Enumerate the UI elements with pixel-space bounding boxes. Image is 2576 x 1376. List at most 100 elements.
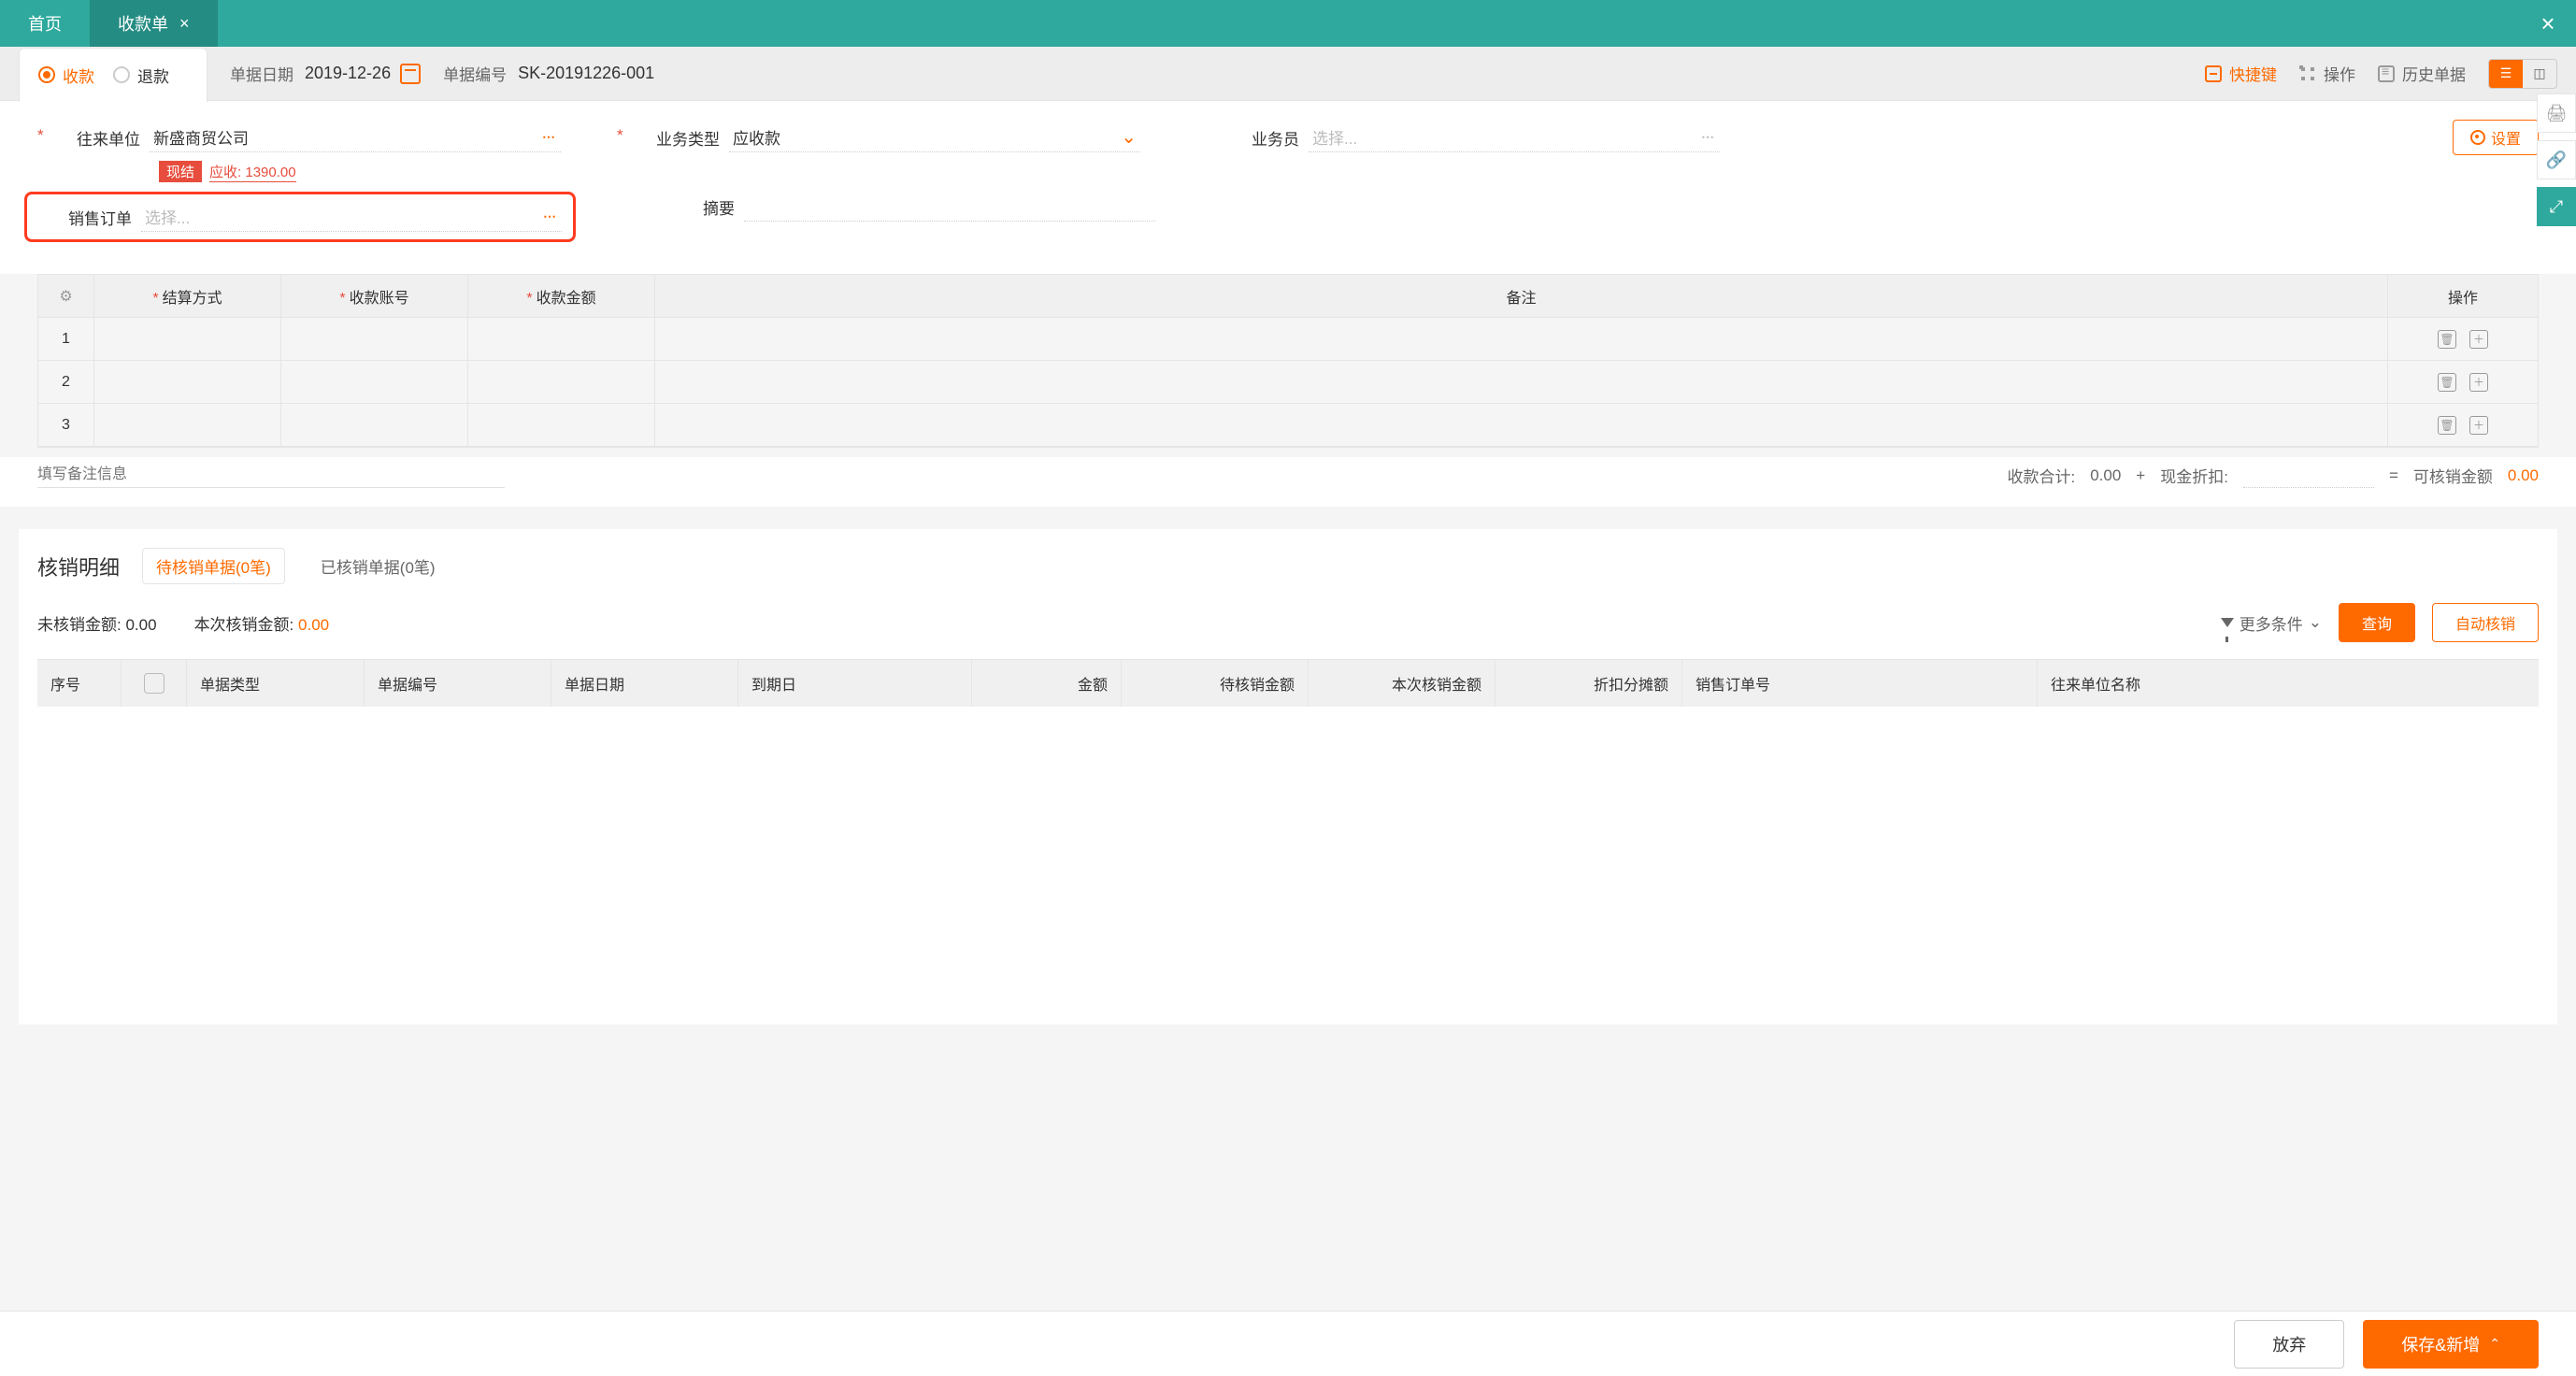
- rail-print-button[interactable]: 🖨: [2537, 93, 2576, 133]
- shortcut-button[interactable]: 快捷键: [2205, 62, 2277, 85]
- doc-date-label: 单据日期: [230, 62, 293, 85]
- checkbox-icon[interactable]: [144, 673, 165, 694]
- unv-label: 未核销金额:: [37, 616, 122, 634]
- tab-receipt-label: 收款单: [118, 11, 168, 36]
- writeoff-value: 0.00: [2508, 466, 2539, 485]
- party-badges: 现结 应收: 1390.00: [159, 161, 2539, 182]
- form-area: 往来单位 新盛商贸公司 ⋯ 业务类型 应收款 ⌄ 业务员 选择... ⋯: [0, 101, 2576, 274]
- history-label: 历史单据: [2402, 62, 2466, 85]
- biztype-field[interactable]: 应收款 ⌄: [729, 122, 1140, 152]
- add-row-icon[interactable]: ＋: [2469, 330, 2488, 349]
- query-button[interactable]: 查询: [2339, 603, 2415, 642]
- window-close-button[interactable]: ×: [2520, 0, 2576, 47]
- add-row-icon[interactable]: ＋: [2469, 416, 2488, 435]
- cell-account[interactable]: [281, 361, 468, 404]
- summary-field[interactable]: [744, 192, 1155, 222]
- discard-button[interactable]: 放弃: [2234, 1320, 2344, 1369]
- setting-button[interactable]: 设置: [2453, 120, 2539, 155]
- col-settle-method: 结算方式: [152, 285, 222, 308]
- doc-no-value: SK-20191226-001: [518, 64, 654, 84]
- tab-home[interactable]: 首页: [0, 0, 90, 47]
- ellipsis-icon[interactable]: ⋯: [542, 129, 557, 145]
- remark-input[interactable]: [37, 463, 505, 488]
- cell-amount[interactable]: [468, 361, 655, 404]
- auto-label: 自动核销: [2455, 617, 2515, 633]
- chevron-down-icon[interactable]: ⌄: [1121, 125, 1137, 149]
- cell-settle[interactable]: [94, 404, 281, 447]
- grid-settings-button[interactable]: ⚙: [38, 275, 94, 318]
- row-number: 2: [38, 361, 94, 404]
- list-icon: ☰: [2500, 65, 2512, 81]
- grid-row[interactable]: 2 🗑 ＋: [38, 361, 2538, 404]
- rail-link-button[interactable]: 🔗: [2537, 140, 2576, 179]
- delete-row-icon[interactable]: 🗑: [2438, 416, 2456, 435]
- query-label: 查询: [2362, 617, 2392, 633]
- add-row-icon[interactable]: ＋: [2469, 373, 2488, 392]
- radio-refund[interactable]: 退款: [113, 64, 169, 87]
- cell-remark[interactable]: [655, 318, 2388, 361]
- view-toggle: ☰ ◫: [2488, 59, 2557, 89]
- col-amount: 收款金额: [526, 285, 595, 308]
- cell-account[interactable]: [281, 318, 468, 361]
- party-label: 往来单位: [37, 126, 150, 150]
- auto-writeoff-button[interactable]: 自动核销: [2432, 603, 2539, 642]
- view-list-button[interactable]: ☰: [2489, 60, 2523, 88]
- col-pending-amount: 待核销金额: [1122, 660, 1309, 707]
- col-checkbox[interactable]: [122, 660, 187, 707]
- radio-receive[interactable]: 收款: [38, 64, 94, 87]
- unverified-amount: 未核销金额: 0.00: [37, 611, 157, 635]
- radio-receive-label: 收款: [63, 64, 94, 87]
- sales-order-field[interactable]: 选择... ⋯: [141, 202, 562, 232]
- receive-total-value: 0.00: [2090, 466, 2121, 485]
- grid-row[interactable]: 3 🗑 ＋: [38, 404, 2538, 447]
- ellipsis-icon[interactable]: ⋯: [1701, 129, 1716, 145]
- sales-order-placeholder: 选择...: [145, 205, 543, 228]
- save-label: 保存&新增: [2401, 1332, 2480, 1356]
- rail-expand-button[interactable]: ⤢: [2537, 187, 2576, 226]
- writeoff-label: 可核销金额: [2413, 464, 2493, 487]
- secondary-right-actions: 快捷键 操作 历史单据 ☰ ◫: [2205, 59, 2576, 89]
- cell-settle[interactable]: [94, 318, 281, 361]
- radio-circle-icon: [113, 66, 130, 83]
- cash-discount-input[interactable]: [2243, 464, 2374, 488]
- doc-date-value[interactable]: 2019-12-26: [305, 64, 391, 84]
- cell-account[interactable]: [281, 404, 468, 447]
- receivable-link[interactable]: 应收: 1390.00: [209, 162, 296, 182]
- col-amount: 金额: [972, 660, 1122, 707]
- receive-total-label: 收款合计:: [2007, 464, 2075, 487]
- save-and-new-button[interactable]: 保存&新增 ⌃: [2363, 1320, 2539, 1369]
- tab-close-icon[interactable]: ×: [179, 14, 190, 34]
- verify-title: 核销明细: [37, 552, 120, 581]
- salesman-field[interactable]: 选择... ⋯: [1309, 122, 1720, 152]
- receipt-type-radio-group: 收款 退款: [19, 48, 208, 102]
- cell-remark[interactable]: [655, 361, 2388, 404]
- operate-button[interactable]: 操作: [2299, 62, 2355, 85]
- cell-settle[interactable]: [94, 361, 281, 404]
- tab-receipt[interactable]: 收款单 ×: [90, 0, 218, 47]
- history-button[interactable]: 历史单据: [2378, 62, 2466, 85]
- col-party-name: 往来单位名称: [2038, 660, 2539, 707]
- radio-circle-icon: [38, 66, 55, 83]
- history-icon: [2378, 65, 2395, 82]
- view-detail-button[interactable]: ◫: [2523, 60, 2556, 88]
- cell-remark[interactable]: [655, 404, 2388, 447]
- more-filters-button[interactable]: 更多条件 ⌄: [2221, 611, 2322, 635]
- cell-amount[interactable]: [468, 318, 655, 361]
- delete-row-icon[interactable]: 🗑: [2438, 373, 2456, 392]
- delete-row-icon[interactable]: 🗑: [2438, 330, 2456, 349]
- cell-amount[interactable]: [468, 404, 655, 447]
- footer-actions: 放弃 保存&新增 ⌃: [0, 1311, 2576, 1376]
- col-doc-no: 单据编号: [365, 660, 551, 707]
- col-discount: 折扣分摊额: [1496, 660, 1682, 707]
- radio-refund-label: 退款: [137, 64, 169, 87]
- salesman-placeholder: 选择...: [1312, 125, 1701, 149]
- ellipsis-icon[interactable]: ⋯: [543, 208, 558, 224]
- tab-done-writeoff[interactable]: 已核销单据(0笔): [308, 549, 449, 583]
- operate-label: 操作: [2324, 62, 2355, 85]
- grid-row[interactable]: 1 🗑 ＋: [38, 318, 2538, 361]
- tab-pending-writeoff[interactable]: 待核销单据(0笔): [142, 548, 285, 584]
- party-field[interactable]: 新盛商贸公司 ⋯: [150, 122, 561, 152]
- calendar-icon[interactable]: [400, 64, 421, 84]
- expand-icon: ⤢: [2550, 197, 2563, 217]
- doc-no-field: 单据编号 SK-20191226-001: [443, 62, 654, 85]
